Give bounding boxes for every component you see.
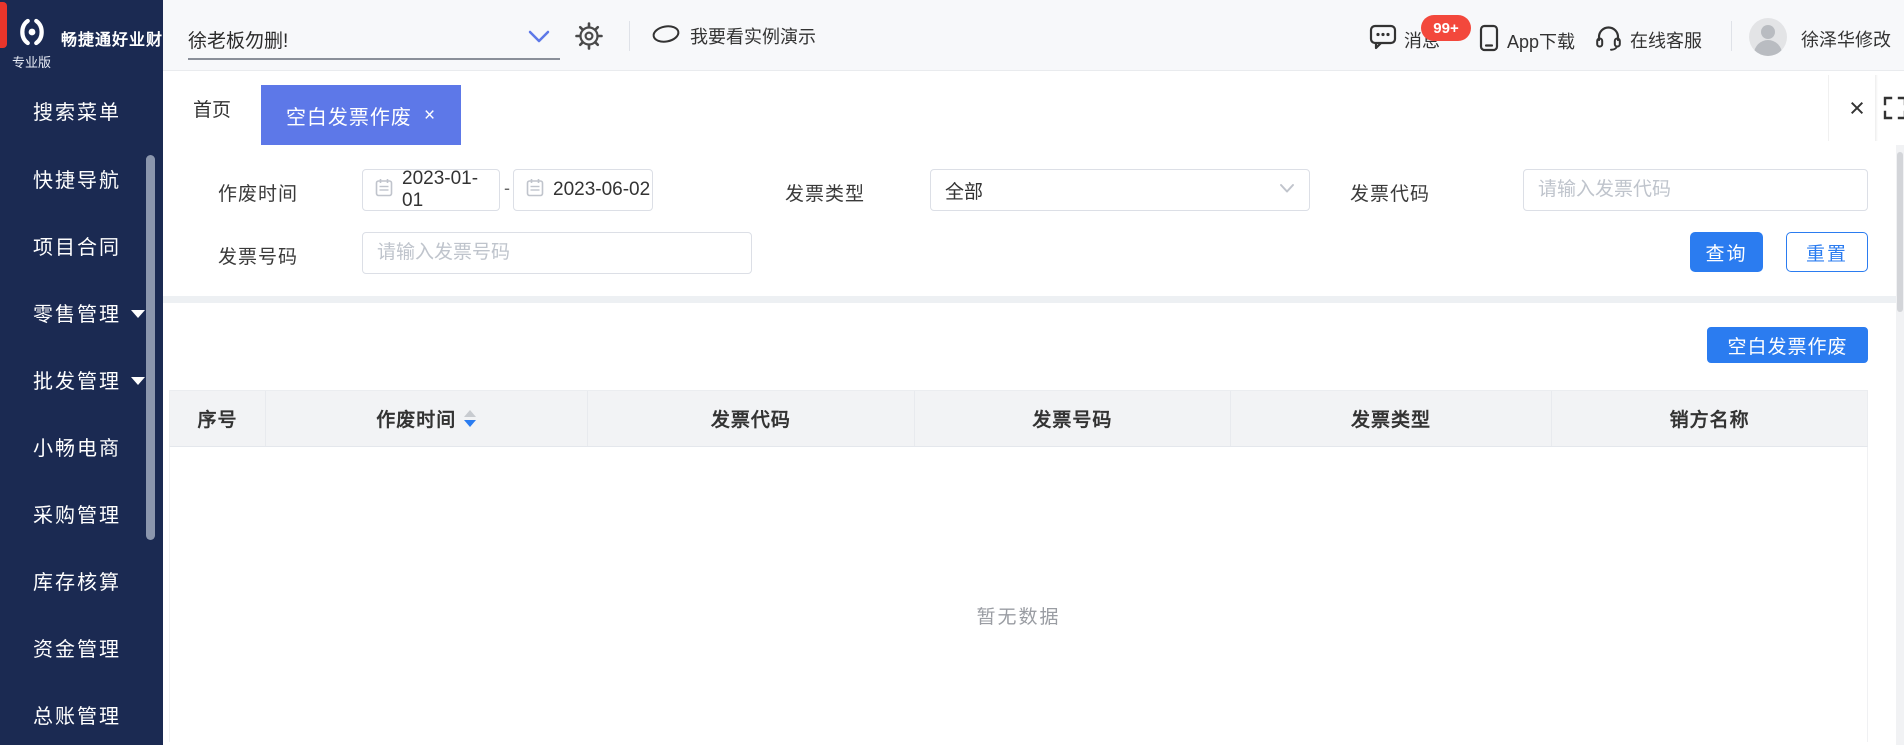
date-start-picker[interactable]: 2023-01-01 (362, 168, 500, 211)
sidebar-item-general-ledger[interactable]: 总账管理 (0, 690, 146, 738)
tab-bar: 首页 空白发票作废 × × (163, 71, 1904, 145)
user-avatar[interactable] (1749, 18, 1787, 56)
table-section: 空白发票作废 序号 作废时间 发票代码 发票号码 发票类型 销方名称 暂无数据 (163, 303, 1904, 745)
messages-count-badge: 99+ (1421, 15, 1471, 41)
calendar-icon (526, 178, 544, 202)
reset-button[interactable]: 重置 (1786, 232, 1868, 272)
date-end-value: 2023-06-02 (553, 179, 651, 200)
app-download-label: App下载 (1507, 31, 1576, 52)
company-name: 徐老板勿删! (188, 31, 289, 52)
avatar-head-shape (1761, 25, 1775, 39)
logo-red-accent (0, 2, 7, 48)
tabbar-shadow-divider (1875, 75, 1878, 141)
chevron-down-icon (131, 376, 145, 385)
close-icon[interactable]: × (1839, 71, 1875, 145)
tab-blank-invoice-void[interactable]: 空白发票作废 × (261, 85, 461, 145)
invoice-code-input[interactable] (1523, 169, 1868, 211)
calendar-icon (375, 178, 393, 202)
sidebar-scrollbar-thumb[interactable] (146, 155, 155, 540)
topbar-divider (629, 21, 630, 51)
sort-icon[interactable] (464, 410, 477, 427)
date-range-separator: - (504, 178, 510, 198)
message-bubble-icon (1369, 24, 1397, 55)
topbar: 徐老板勿删! 我要看实例演示 消息 99+ App下载 在线客服 徐泽华修改 (163, 0, 1904, 71)
col-seq: 序号 (170, 391, 266, 446)
invoice-table: 序号 作废时间 发票代码 发票号码 发票类型 销方名称 暂无数据 (169, 390, 1868, 742)
col-seller-name: 销方名称 (1669, 410, 1750, 431)
sidebar-item-wholesale-mgmt[interactable]: 批发管理 (0, 355, 146, 403)
sidebar-item-xiaochang-ecommerce[interactable]: 小畅电商 (0, 422, 146, 470)
app-window: 畅捷通好业财 专业版 搜索菜单 快捷导航 项目合同 零售管理 批发管理 小畅电商… (0, 0, 1904, 745)
online-service-label: 在线客服 (1630, 31, 1702, 51)
demo-link-label: 我要看实例演示 (690, 27, 816, 47)
avatar-body-shape (1754, 40, 1782, 56)
void-time-label: 作废时间 (218, 184, 299, 205)
sidebar: 畅捷通好业财 专业版 搜索菜单 快捷导航 项目合同 零售管理 批发管理 小畅电商… (0, 0, 163, 745)
date-start-value: 2023-01-01 (402, 168, 479, 211)
chevron-down-icon (131, 309, 145, 318)
invoice-type-value: 全部 (945, 181, 984, 203)
date-end-picker[interactable]: 2023-06-02 (513, 169, 653, 211)
phone-icon (1479, 24, 1499, 57)
headset-icon (1595, 24, 1622, 56)
invoice-no-label: 发票号码 (218, 247, 299, 268)
sidebar-item-search-menu[interactable]: 搜索菜单 (0, 86, 146, 134)
col-invoice-code: 发票代码 (588, 391, 916, 446)
fullscreen-icon[interactable] (1882, 95, 1904, 121)
sidebar-item-retail-mgmt[interactable]: 零售管理 (0, 288, 146, 336)
query-button[interactable]: 查询 (1690, 232, 1763, 272)
table-header-row: 序号 作废时间 发票代码 发票号码 发票类型 销方名称 (169, 390, 1868, 447)
section-divider (163, 296, 1904, 303)
sidebar-item-inventory-accounting[interactable]: 库存核算 (0, 556, 146, 604)
tab-active-label: 空白发票作废 (285, 106, 412, 129)
settings-gear-icon[interactable] (575, 22, 603, 50)
tab-home[interactable]: 首页 (193, 71, 231, 145)
sidebar-item-project-contract[interactable]: 项目合同 (0, 221, 146, 269)
chevron-down-icon (528, 30, 550, 49)
app-download-button[interactable]: App下载 (1479, 24, 1575, 57)
tabbar-divider (1828, 75, 1829, 141)
topbar-divider (1731, 21, 1732, 51)
void-blank-invoice-button[interactable]: 空白发票作废 (1707, 327, 1868, 363)
brand-name: 畅捷通好业财 (61, 32, 164, 49)
sort-desc-caret (464, 420, 477, 427)
col-void-time[interactable]: 作废时间 (266, 391, 588, 446)
tab-close-icon[interactable]: × (424, 106, 436, 125)
sidebar-item-funds-mgmt[interactable]: 资金管理 (0, 623, 146, 671)
col-invoice-type: 发票类型 (1231, 391, 1553, 446)
filter-panel: 作废时间 2023-01-01 - 2023-06-02 发票类型 全部 发票代… (163, 145, 1904, 296)
invoice-no-input[interactable] (362, 232, 752, 274)
user-name[interactable]: 徐泽华修改 (1801, 26, 1891, 52)
table-body: 暂无数据 (169, 447, 1868, 742)
chevron-down-icon (1279, 181, 1295, 199)
sidebar-item-quick-nav[interactable]: 快捷导航 (0, 154, 146, 202)
empty-state-text: 暂无数据 (976, 607, 1061, 628)
online-service-button[interactable]: 在线客服 (1595, 24, 1702, 56)
brand-logo-icon (15, 15, 49, 49)
demo-oval-icon (651, 22, 681, 51)
invoice-type-label: 发票类型 (785, 184, 866, 205)
company-select[interactable]: 徐老板勿删! (188, 14, 560, 60)
invoice-type-select[interactable]: 全部 (930, 169, 1310, 211)
page-scrollbar-thumb[interactable] (1897, 152, 1903, 312)
sidebar-item-purchase-mgmt[interactable]: 采购管理 (0, 489, 146, 537)
brand-edition: 专业版 (12, 55, 52, 70)
invoice-code-label: 发票代码 (1350, 184, 1431, 205)
demo-link[interactable]: 我要看实例演示 (651, 22, 816, 50)
col-invoice-no: 发票号码 (915, 391, 1231, 446)
sort-asc-caret (464, 410, 477, 417)
